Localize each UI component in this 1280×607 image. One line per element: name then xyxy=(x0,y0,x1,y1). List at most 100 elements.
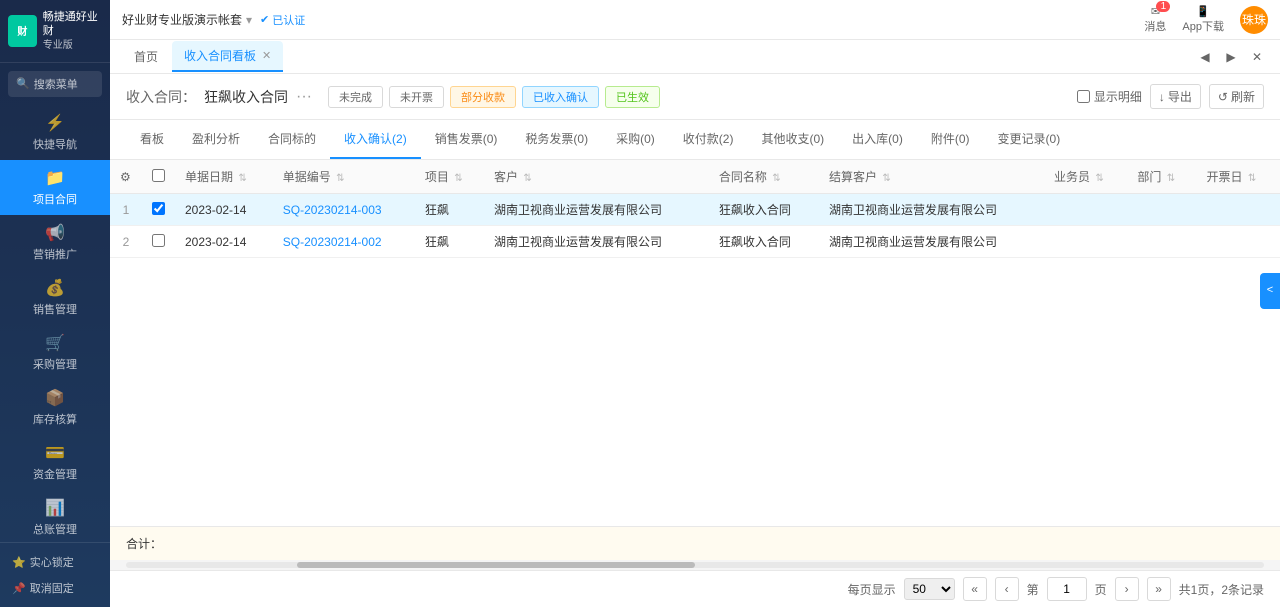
sidebar-item-project-contract[interactable]: 📁 项目合同 xyxy=(0,160,110,215)
subtab-attachment[interactable]: 附件(0) xyxy=(917,120,984,159)
status-incomplete[interactable]: 未完成 xyxy=(328,86,383,108)
page-size-select[interactable]: 50 10 20 100 xyxy=(904,578,955,600)
sidebar-item-sales[interactable]: 💰 销售管理 xyxy=(0,270,110,325)
status-active[interactable]: 已生效 xyxy=(605,86,660,108)
tab-contract-board[interactable]: 收入合同看板 ✕ xyxy=(172,41,283,72)
sidebar-item-quick-nav[interactable]: ⚡ 快捷导航 xyxy=(0,105,110,160)
invoice-date-column-header[interactable]: 开票日 ⇅ xyxy=(1197,160,1280,194)
show-detail-input[interactable] xyxy=(1077,90,1090,103)
main-area: 好业财专业版演示帐套 ▾ ✔ 已认证 ✉ 1 消息 📱 App下载 珠珠 xyxy=(110,0,1280,607)
show-detail-checkbox[interactable]: 显示明细 xyxy=(1077,88,1142,105)
dept-column-header[interactable]: 部门 ⇅ xyxy=(1127,160,1196,194)
page-input[interactable] xyxy=(1047,577,1087,601)
status-confirmed[interactable]: 已收入确认 xyxy=(522,86,599,108)
sidebar-item-ledger[interactable]: 📊 总账管理 xyxy=(0,490,110,542)
number-label: 单据编号 xyxy=(283,170,331,184)
quick-nav-icon: ⚡ xyxy=(45,113,65,133)
row-date-cell: 2023-02-14 xyxy=(175,226,273,258)
topbar-left: 好业财专业版演示帐套 ▾ ✔ 已认证 xyxy=(122,11,305,28)
row-checkbox[interactable] xyxy=(152,234,165,247)
salesman-column-header[interactable]: 业务员 ⇅ xyxy=(1044,160,1127,194)
refresh-button[interactable]: ↺ 刷新 xyxy=(1209,84,1264,109)
project-column-header[interactable]: 项目 ⇅ xyxy=(415,160,484,194)
horizontal-scrollbar[interactable] xyxy=(110,560,1280,570)
next-page-button[interactable]: › xyxy=(1115,577,1139,601)
row-checkbox-cell[interactable] xyxy=(142,194,175,226)
subtab-sales-invoice[interactable]: 销售发票(0) xyxy=(421,120,512,159)
subtab-tax-invoice[interactable]: 税务发票(0) xyxy=(511,120,602,159)
message-button[interactable]: ✉ 1 消息 xyxy=(1144,5,1166,34)
last-page-button[interactable]: » xyxy=(1147,577,1171,601)
verified-badge: ✔ 已认证 xyxy=(260,12,305,28)
row-settle-customer-cell: 湖南卫视商业运营发展有限公司 xyxy=(819,226,1044,258)
sort-icon: ⇅ xyxy=(1095,173,1103,184)
sidebar-item-inventory[interactable]: 📦 库存核算 xyxy=(0,380,110,435)
subtab-payment[interactable]: 收付款(2) xyxy=(669,120,748,159)
status-partial[interactable]: 部分收款 xyxy=(450,86,516,108)
table-header: ⚙ 单据日期 ⇅ 单据编号 ⇅ xyxy=(110,160,1280,194)
contract-column-header[interactable]: 合同名称 ⇅ xyxy=(709,160,819,194)
table-row[interactable]: 1 2023-02-14 SQ-20230214-003 狂飙 湖南卫视商业运营… xyxy=(110,194,1280,226)
refresh-label: 刷新 xyxy=(1231,88,1255,105)
status-uninvoiced[interactable]: 未开票 xyxy=(389,86,444,108)
sidebar-item-marketing[interactable]: 📢 营销推广 xyxy=(0,215,110,270)
subtab-other[interactable]: 其他收支(0) xyxy=(747,120,838,159)
sales-icon: 💰 xyxy=(45,278,65,298)
marketing-icon: 📢 xyxy=(45,223,65,243)
row-number-cell[interactable]: SQ-20230214-003 xyxy=(273,194,415,226)
export-button[interactable]: ↓ 导出 xyxy=(1150,84,1201,109)
sidebar-item-finance[interactable]: 💳 资金管理 xyxy=(0,435,110,490)
subtab-change-log[interactable]: 变更记录(0) xyxy=(984,120,1075,159)
settings-icon[interactable]: ⚙ xyxy=(120,170,131,184)
tab-close-icon[interactable]: ✕ xyxy=(262,49,271,62)
subtab-subject[interactable]: 合同标的 xyxy=(254,120,330,159)
total-pages-info: 共1页，2条记录 xyxy=(1179,581,1264,598)
right-panel-toggle[interactable]: < xyxy=(1260,273,1280,308)
search-icon: 🔍 xyxy=(16,77,30,90)
subtab-warehouse[interactable]: 出入库(0) xyxy=(838,120,917,159)
customer-column-header[interactable]: 客户 ⇅ xyxy=(484,160,709,194)
row-customer-cell: 湖南卫视商业运营发展有限公司 xyxy=(484,226,709,258)
tab-home-label: 首页 xyxy=(134,48,158,65)
row-checkbox-cell[interactable] xyxy=(142,226,175,258)
sort-icon: ⇅ xyxy=(336,173,344,184)
prev-page-button[interactable]: ‹ xyxy=(995,577,1019,601)
sidebar-bottom-unpin[interactable]: 📌 取消固定 xyxy=(6,575,104,601)
tab-next-button[interactable]: ▶ xyxy=(1220,46,1242,68)
sidebar-search[interactable]: 🔍 搜索菜单 xyxy=(8,71,102,97)
subtab-board[interactable]: 看板 xyxy=(126,120,178,159)
first-page-button[interactable]: « xyxy=(963,577,987,601)
sort-icon: ⇅ xyxy=(454,173,462,184)
tab-prev-button[interactable]: ◀ xyxy=(1194,46,1216,68)
date-column-header[interactable]: 单据日期 ⇅ xyxy=(175,160,273,194)
sort-icon: ⇅ xyxy=(882,173,890,184)
document-number-link[interactable]: SQ-20230214-003 xyxy=(283,203,382,217)
project-contract-icon: 📁 xyxy=(45,168,65,188)
sort-icon: ⇅ xyxy=(772,173,780,184)
customer-label: 客户 xyxy=(494,170,518,184)
sidebar-bottom-lock[interactable]: ⭐ 实心锁定 xyxy=(6,549,104,575)
invoice-date-label: 开票日 xyxy=(1207,170,1243,184)
user-avatar[interactable]: 珠珠 xyxy=(1240,6,1268,34)
avatar-text: 珠珠 xyxy=(1242,11,1266,28)
check-icon: ✔ xyxy=(260,13,269,26)
row-checkbox[interactable] xyxy=(152,202,165,215)
company-name: 好业财专业版演示帐套 xyxy=(122,11,242,28)
company-selector[interactable]: 好业财专业版演示帐套 ▾ xyxy=(122,11,252,28)
row-dept-cell xyxy=(1127,226,1196,258)
row-number-cell[interactable]: SQ-20230214-002 xyxy=(273,226,415,258)
subtab-purchase[interactable]: 采购(0) xyxy=(602,120,669,159)
subtab-revenue-confirm[interactable]: 收入确认(2) xyxy=(330,120,421,159)
tab-home[interactable]: 首页 xyxy=(122,42,170,71)
scrollbar-thumb[interactable] xyxy=(297,562,695,568)
subtab-profit[interactable]: 盈利分析 xyxy=(178,120,254,159)
settle-customer-column-header[interactable]: 结算客户 ⇅ xyxy=(819,160,1044,194)
tab-close-button[interactable]: ✕ xyxy=(1246,46,1268,68)
document-number-link[interactable]: SQ-20230214-002 xyxy=(283,235,382,249)
sidebar-item-purchase[interactable]: 🛒 采购管理 xyxy=(0,325,110,380)
number-column-header[interactable]: 单据编号 ⇅ xyxy=(273,160,415,194)
table-row[interactable]: 2 2023-02-14 SQ-20230214-002 狂飙 湖南卫视商业运营… xyxy=(110,226,1280,258)
app-download-button[interactable]: 📱 App下载 xyxy=(1182,5,1224,34)
more-options-icon[interactable]: ··· xyxy=(296,88,312,106)
select-all-checkbox[interactable] xyxy=(152,169,165,182)
